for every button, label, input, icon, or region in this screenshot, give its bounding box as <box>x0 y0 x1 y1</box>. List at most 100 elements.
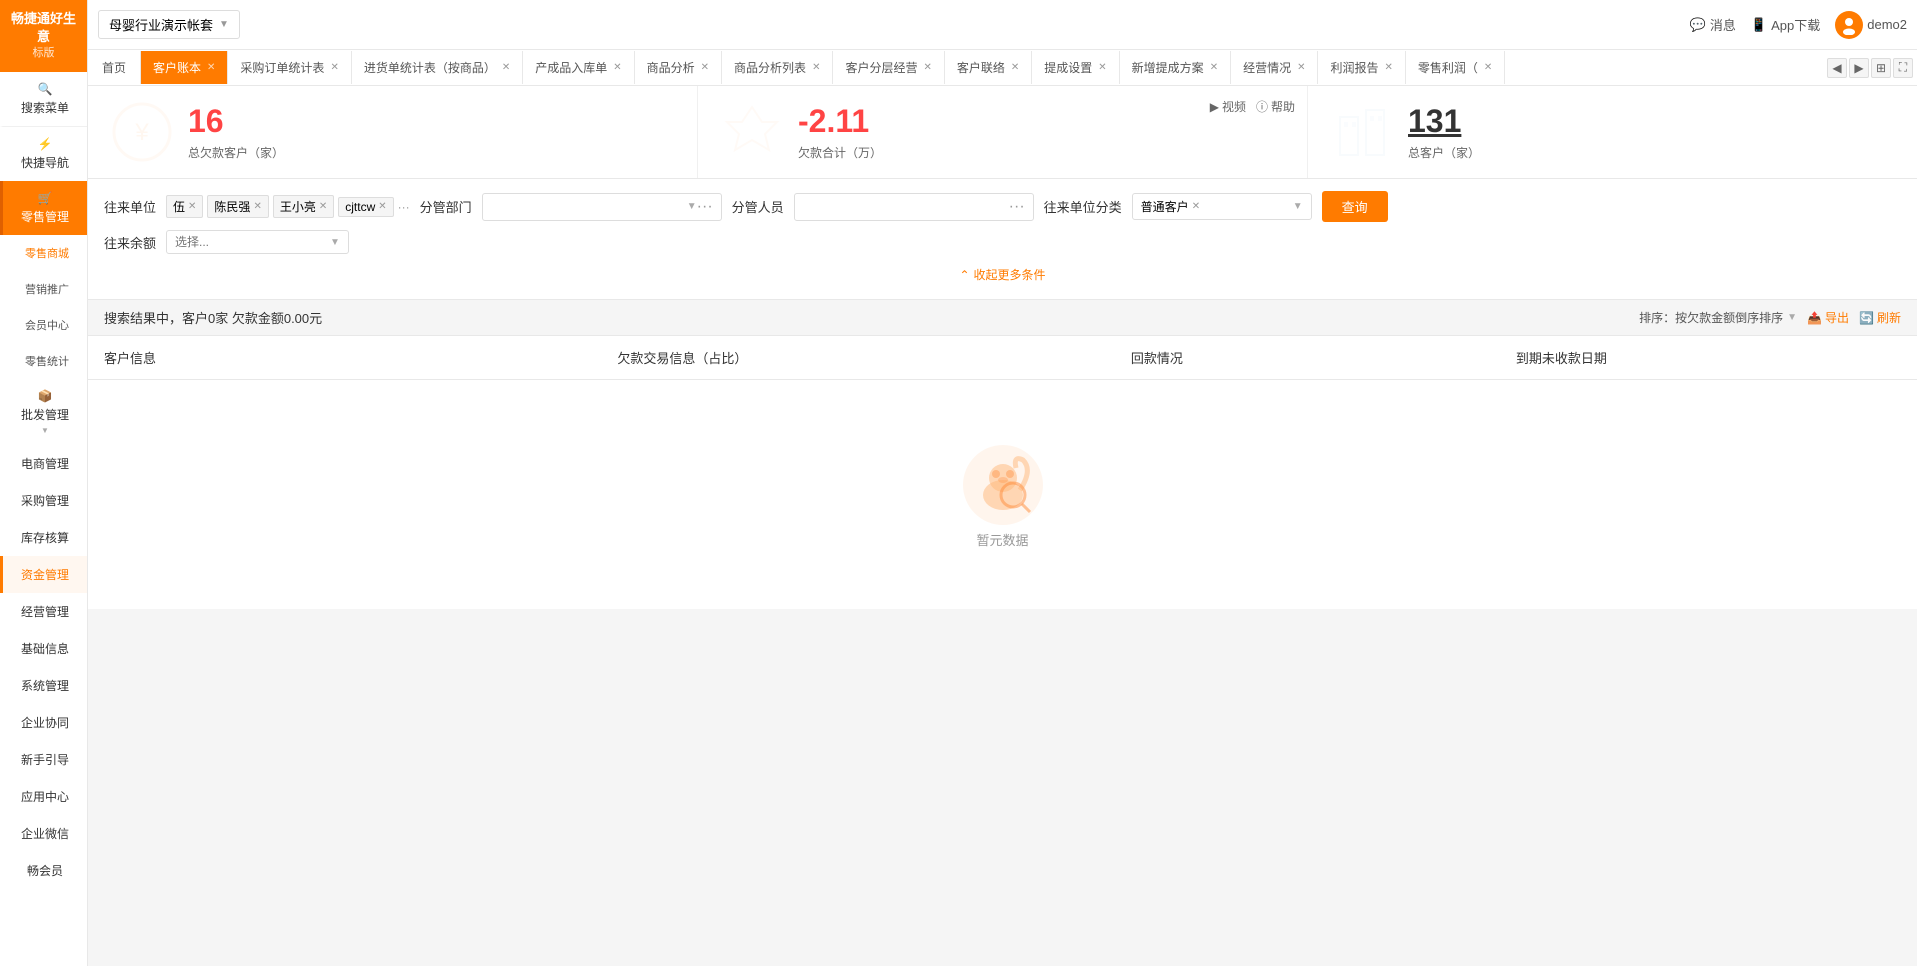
badge-icon <box>722 102 782 162</box>
tab-close-icon[interactable]: ✕ <box>330 62 338 73</box>
tabs-expand-btn[interactable]: ⊞ <box>1871 58 1891 78</box>
sidebar-item-marketing[interactable]: 营销推广 <box>0 271 87 307</box>
account-dropdown[interactable]: 母婴行业演示帐套 ▼ <box>98 10 240 39</box>
tab-close-icon[interactable]: ✕ <box>1098 62 1106 73</box>
sidebar-item-biz-mgmt[interactable]: 经营管理 <box>0 593 87 630</box>
tab-close-icon[interactable]: ✕ <box>1210 62 1218 73</box>
sort-arrow-icon: ▼ <box>1787 312 1797 323</box>
stat-overdue-customers: ¥ 16 总欠款客户（家） <box>88 86 698 178</box>
sidebar-item-enterprise-collab[interactable]: 企业协同 <box>0 704 87 741</box>
sidebar-item-member-center[interactable]: 会员中心 <box>0 307 87 343</box>
tab-close-icon[interactable]: ✕ <box>1484 62 1492 73</box>
dept-dropdown-arrow-icon: ▼ <box>687 201 697 212</box>
tab-retail-profit[interactable]: 零售利润（ ✕ <box>1406 51 1505 84</box>
balance-filter-label: 往来余额 <box>104 233 156 252</box>
sidebar-item-retail-mall[interactable]: 零售商城 <box>0 235 87 271</box>
tab-biz-situation[interactable]: 经营情况 ✕ <box>1231 51 1318 84</box>
sort-selector[interactable]: 排序：按欠款金额倒序排序 ▼ <box>1639 309 1797 326</box>
sidebar-item-purchase-mgmt[interactable]: 采购管理 <box>0 482 87 519</box>
tab-close-icon[interactable]: ✕ <box>1385 62 1393 73</box>
account-label: 母婴行业演示帐套 <box>109 15 213 34</box>
sidebar-item-ecommerce-mgmt[interactable]: 电商管理 <box>0 445 87 482</box>
tab-customer-contact[interactable]: 客户联络 ✕ <box>945 51 1032 84</box>
tab-product-inbound[interactable]: 产成品入库单 ✕ <box>523 51 634 84</box>
tabs-fullscreen-btn[interactable]: ⛶ <box>1893 58 1913 78</box>
manager-more-icon[interactable]: ··· <box>1009 198 1025 216</box>
sidebar-item-new-guide[interactable]: 新手引导 <box>0 741 87 778</box>
tab-close-icon[interactable]: ✕ <box>1297 62 1305 73</box>
unit-tag-0[interactable]: 伍 ✕ <box>166 195 203 218</box>
tag-close-icon[interactable]: ✕ <box>1192 201 1200 212</box>
tab-customer-account[interactable]: 客户账本 ✕ <box>141 51 228 84</box>
video-help-btn[interactable]: ▶ 视频 <box>1210 98 1246 115</box>
tag-label: 王小亮 <box>280 198 316 215</box>
help-icon: ⓘ <box>1256 98 1268 115</box>
refresh-btn[interactable]: 🔄 刷新 <box>1859 309 1901 326</box>
tab-close-icon[interactable]: ✕ <box>1011 62 1019 73</box>
tab-close-icon[interactable]: ✕ <box>207 62 215 73</box>
export-btn[interactable]: 📤 导出 <box>1807 309 1849 326</box>
message-btn[interactable]: 💬 消息 <box>1690 15 1736 34</box>
sidebar-item-basic-info[interactable]: 基础信息 <box>0 630 87 667</box>
tab-close-icon[interactable]: ✕ <box>812 62 820 73</box>
unit-tag-2[interactable]: 王小亮 ✕ <box>273 195 334 218</box>
dept-filter-input[interactable] <box>491 200 683 214</box>
tab-product-analysis-list[interactable]: 商品分析列表 ✕ <box>722 51 833 84</box>
sidebar-item-enterprise-wechat[interactable]: 企业微信 <box>0 815 87 852</box>
tags-more-btn[interactable]: ··· <box>398 200 410 214</box>
help-btn[interactable]: ⓘ 帮助 <box>1256 98 1295 115</box>
manager-filter-input[interactable] <box>803 200 1009 214</box>
tag-close-icon[interactable]: ✕ <box>188 201 196 212</box>
tab-close-icon[interactable]: ✕ <box>613 62 621 73</box>
tab-close-icon[interactable]: ✕ <box>701 62 709 73</box>
sidebar-item-retail-stats[interactable]: 零售统计 <box>0 343 87 379</box>
tab-product-analysis[interactable]: 商品分析 ✕ <box>635 51 722 84</box>
tab-profit-report[interactable]: 利润报告 ✕ <box>1318 51 1405 84</box>
tab-new-raise-plan[interactable]: 新增提成方案 ✕ <box>1120 51 1231 84</box>
sidebar-item-search[interactable]: 🔍 搜索菜单 <box>0 72 87 127</box>
col-customer-info: 客户信息 <box>104 348 617 367</box>
currency-icon: ¥ <box>112 102 172 162</box>
sidebar-item-app-center[interactable]: 应用中心 <box>0 778 87 815</box>
balance-filter-wrap[interactable]: ▼ <box>166 230 349 254</box>
total-customers-value: 131 <box>1408 103 1480 140</box>
tabs-prev-btn[interactable]: ◀ <box>1827 58 1847 78</box>
tag-close-icon[interactable]: ✕ <box>253 201 261 212</box>
sidebar-item-wholesale-mgmt[interactable]: 📦 批发管理 ▼ <box>0 379 87 445</box>
refresh-icon: 🔄 <box>1859 311 1874 325</box>
tab-close-icon[interactable]: ✕ <box>923 62 931 73</box>
unit-class-filter-wrap[interactable]: 普通客户 ✕ ▼ <box>1132 193 1312 220</box>
tab-raise-settings[interactable]: 提成设置 ✕ <box>1032 51 1119 84</box>
app-download-btn[interactable]: 📱 App下载 <box>1751 15 1820 34</box>
balance-filter-input[interactable] <box>175 235 330 249</box>
result-actions: 排序：按欠款金额倒序排序 ▼ 📤 导出 🔄 刷新 <box>1639 309 1901 326</box>
empty-illustration <box>958 440 1048 530</box>
dept-more-icon[interactable]: ··· <box>697 198 713 216</box>
sidebar-item-quick-nav[interactable]: ⚡ 快捷导航 <box>0 127 87 181</box>
sidebar-item-inventory-check[interactable]: 库存核算 <box>0 519 87 556</box>
unit-class-arrow-icon: ▼ <box>1293 201 1303 212</box>
unit-tag-3[interactable]: cjttcw ✕ <box>338 197 393 217</box>
dept-filter-input-wrap[interactable]: ▼ ··· <box>482 193 722 221</box>
wholesale-icon: 📦 <box>38 389 53 403</box>
stat-overdue-customers-info: 16 总欠款客户（家） <box>188 103 284 161</box>
stat-overdue-amount: -2.11 欠款合计（万） ▶ 视频 ⓘ 帮助 <box>698 86 1308 178</box>
tabs-next-btn[interactable]: ▶ <box>1849 58 1869 78</box>
sidebar-item-member-plus[interactable]: 畅会员 <box>0 852 87 889</box>
query-button[interactable]: 查询 <box>1322 191 1388 222</box>
tag-close-icon[interactable]: ✕ <box>319 201 327 212</box>
filter-collapse-btn[interactable]: ⌃ 收起更多条件 <box>104 262 1901 287</box>
sidebar-item-retail-mgmt[interactable]: 🛒 零售管理 <box>0 181 87 235</box>
tag-close-icon[interactable]: ✕ <box>378 201 386 212</box>
unit-class-tag[interactable]: 普通客户 ✕ <box>1141 198 1200 215</box>
tab-purchase-order[interactable]: 采购订单统计表 ✕ <box>228 51 351 84</box>
tab-customer-tier[interactable]: 客户分层经营 ✕ <box>833 51 944 84</box>
user-menu[interactable]: demo2 <box>1835 11 1907 39</box>
sidebar-item-fund-mgmt[interactable]: 资金管理 <box>0 556 87 593</box>
tab-home[interactable]: 首页 <box>88 51 141 84</box>
sidebar-item-sys-mgmt[interactable]: 系统管理 <box>0 667 87 704</box>
manager-filter-input-wrap[interactable]: ··· <box>794 193 1034 221</box>
tab-stock-stats[interactable]: 进货单统计表（按商品） ✕ <box>352 51 523 84</box>
unit-tag-1[interactable]: 陈民强 ✕ <box>207 195 268 218</box>
tab-close-icon[interactable]: ✕ <box>502 62 510 73</box>
